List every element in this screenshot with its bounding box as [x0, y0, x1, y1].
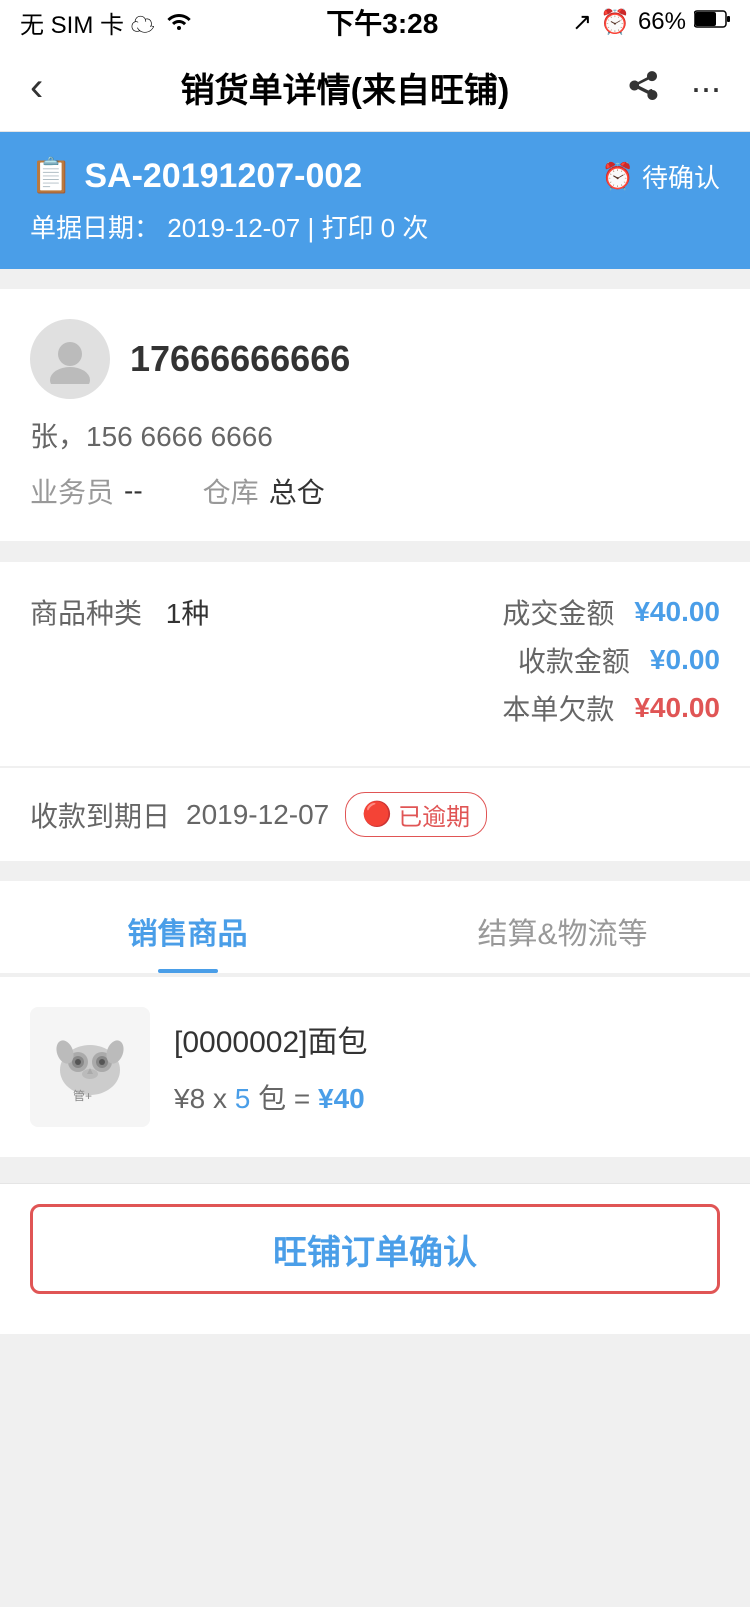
- owed-row: 本单欠款 ¥40.00: [502, 688, 720, 728]
- summary-card: 商品种类 1种 成交金额 ¥40.00 收款金额 ¥0.00 本单欠款 ¥40.…: [0, 562, 750, 766]
- confirm-button[interactable]: 旺铺订单确认: [30, 1204, 720, 1294]
- nav-bar: ‹ 销货单详情(来自旺铺) ···: [0, 44, 750, 132]
- nav-actions: ···: [600, 67, 720, 109]
- status-bar: 无 SIM 卡 ☁ 下午3:28 ↗ ⏰ 66%: [0, 0, 750, 44]
- deal-amount-label: 成交金额: [502, 592, 614, 632]
- deal-amount-row: 成交金额 ¥40.00: [502, 592, 720, 632]
- battery-icon: [694, 8, 730, 36]
- wifi-icon: [165, 8, 193, 37]
- order-id-text: SA-20191207-002: [84, 157, 362, 196]
- tabs-row: 销售商品 结算&物流等: [0, 881, 750, 973]
- bottom-spacer: [0, 1457, 750, 1607]
- order-status-text: 待确认: [642, 158, 720, 195]
- order-icon: 📋: [30, 156, 72, 196]
- bottom-bar: 旺铺订单确认: [0, 1183, 750, 1334]
- order-date-label: 单据日期：: [30, 213, 160, 243]
- avatar: [30, 319, 110, 399]
- collected-value: ¥0.00: [650, 644, 720, 676]
- product-card: 管+ [0000002]面包 ¥8 x 5 包 = ¥40: [0, 977, 750, 1157]
- order-print-info: | 打印 0 次: [307, 213, 428, 243]
- more-icon[interactable]: ···: [690, 67, 720, 109]
- svg-text:管+: 管+: [73, 1088, 92, 1102]
- location-icon: ↗: [572, 8, 592, 37]
- price-unit: ¥8: [174, 1083, 205, 1114]
- order-date-row: 单据日期： 2019-12-07 | 打印 0 次: [30, 208, 720, 245]
- tabs-container: 销售商品 结算&物流等: [0, 881, 750, 975]
- order-header-card: 📋 SA-20191207-002 ⏰ 待确认 单据日期： 2019-12-07…: [0, 132, 750, 269]
- share-icon[interactable]: [626, 67, 660, 108]
- collected-row: 收款金额 ¥0.00: [502, 640, 720, 680]
- qty-value: 5: [235, 1083, 251, 1114]
- owed-value: ¥40.00: [634, 692, 720, 724]
- order-header-top: 📋 SA-20191207-002 ⏰ 待确认: [30, 156, 720, 196]
- owed-label: 本单欠款: [502, 688, 614, 728]
- due-date-value: 2019-12-07: [186, 799, 329, 831]
- tab-settlement[interactable]: 结算&物流等: [375, 881, 750, 973]
- warehouse-value: 总仓: [269, 471, 325, 511]
- alarm-icon: ⏰: [600, 8, 630, 37]
- customer-card: 17666666666 张，156 6666 6666 业务员 -- 仓库 总仓: [0, 289, 750, 542]
- order-status: ⏰ 待确认: [602, 158, 720, 195]
- status-left: 无 SIM 卡 ☁: [20, 5, 193, 40]
- collected-label: 收款金额: [518, 640, 630, 680]
- overdue-badge: 🔴 已逾期: [345, 792, 487, 837]
- no-sim-text: 无 SIM 卡 ☁: [20, 5, 155, 40]
- product-thumbnail: 管+: [30, 1007, 150, 1127]
- deal-amount-value: ¥40.00: [634, 596, 720, 628]
- product-info: [0000002]面包 ¥8 x 5 包 = ¥40: [174, 1017, 720, 1117]
- battery-text: 66%: [638, 8, 686, 36]
- equals-symbol: =: [294, 1083, 318, 1114]
- overdue-text: 已逾期: [398, 797, 470, 832]
- overdue-icon: 🔴: [362, 800, 392, 829]
- unit-label: 包: [258, 1083, 286, 1114]
- tab-products[interactable]: 销售商品: [0, 881, 375, 973]
- salesperson-label: 业务员: [30, 471, 114, 511]
- customer-header: 17666666666: [30, 319, 720, 399]
- salesperson-info: 业务员 --: [30, 471, 143, 511]
- status-time: 下午3:28: [326, 2, 438, 42]
- warehouse-info: 仓库 总仓: [203, 471, 325, 511]
- customer-phone: 17666666666: [130, 338, 350, 380]
- back-button[interactable]: ‹: [30, 65, 90, 110]
- product-price: ¥8 x 5 包 = ¥40: [174, 1077, 720, 1117]
- total-amount: ¥40: [318, 1083, 365, 1114]
- due-date-label: 收款到期日: [30, 795, 170, 835]
- customer-meta: 业务员 -- 仓库 总仓: [30, 471, 720, 511]
- product-name: [0000002]面包: [174, 1017, 720, 1061]
- product-type-value: 1种: [166, 598, 210, 629]
- tab-products-label: 销售商品: [128, 918, 248, 951]
- product-type-area: 商品种类 1种: [30, 592, 209, 632]
- order-id: 📋 SA-20191207-002: [30, 156, 362, 196]
- page-title: 销货单详情(来自旺铺): [90, 63, 600, 112]
- amounts-area: 成交金额 ¥40.00 收款金额 ¥0.00 本单欠款 ¥40.00: [502, 592, 720, 736]
- due-date-card: 收款到期日 2019-12-07 🔴 已逾期: [0, 768, 750, 861]
- warehouse-label: 仓库: [203, 471, 259, 511]
- tab-settlement-label: 结算&物流等: [477, 918, 647, 951]
- product-type-label: 商品种类: [30, 598, 142, 629]
- status-clock-icon: ⏰: [602, 161, 634, 192]
- order-date-value: 2019-12-07: [167, 213, 300, 243]
- multiplier-symbol: x: [213, 1083, 235, 1114]
- customer-name: 张，156 6666 6666: [30, 415, 720, 455]
- salesperson-value: --: [124, 475, 143, 507]
- status-right: ↗ ⏰ 66%: [572, 8, 730, 37]
